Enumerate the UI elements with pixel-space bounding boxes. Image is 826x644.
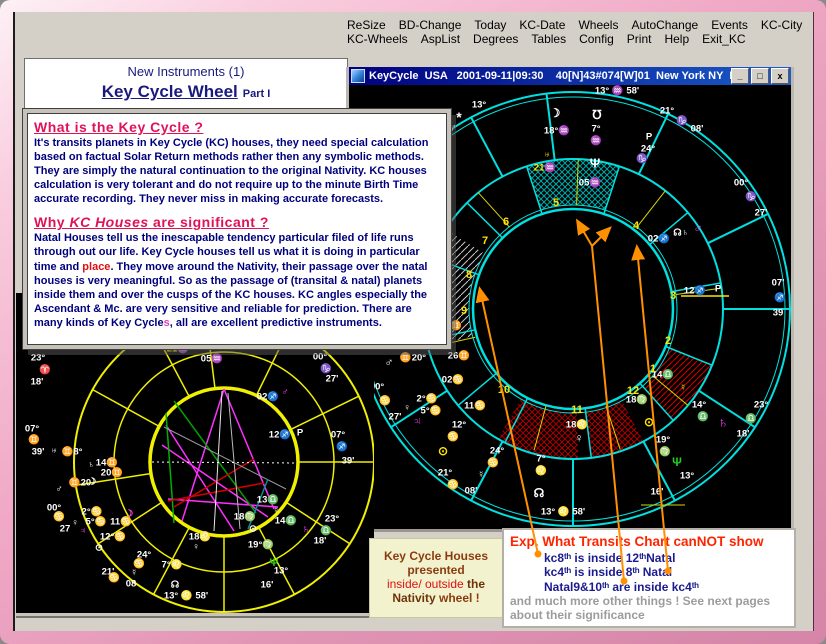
page-title-part: Part I: [242, 88, 271, 100]
menu-item-tables[interactable]: Tables: [531, 32, 566, 46]
answer-2-text: Natal Houses tell us the inescapable ten…: [34, 232, 428, 329]
menu-item-kc-city[interactable]: KC-City: [761, 18, 802, 32]
menu-item-degrees[interactable]: Degrees: [473, 32, 518, 46]
exp-footer: and much more other things ! See next pa…: [510, 594, 771, 622]
page-title: Key Cycle Wheel: [101, 82, 238, 101]
menu-item-bd-change[interactable]: BD-Change: [399, 18, 462, 32]
menu-item-print[interactable]: Print: [627, 32, 652, 46]
panel-subtitle: New Instruments (1): [127, 64, 245, 79]
kc-note-line1: Key Cycle Houses: [383, 549, 489, 564]
menu-item-exit_kc[interactable]: Exit_KC: [702, 32, 745, 46]
app-frame: ReSize BD-Change Today KC-Date Wheels AutoCha…: [0, 0, 826, 644]
menu-item-asplist[interactable]: AspList: [421, 32, 460, 46]
menu-row-1: ReSize BD-Change Today KC-Date Wheels AutoCha…: [345, 18, 807, 32]
exp-title: Exp. What Transits Chart canNOT show: [510, 534, 764, 549]
maximize-button[interactable]: □: [751, 68, 769, 84]
menu-item-help[interactable]: Help: [664, 32, 689, 46]
window-titlebar[interactable]: KeyCycle USA 2001-09-11|09:30 40[N]43#07…: [349, 67, 791, 85]
exp-line: kc8ᵗʰ is inside 12ᵗʰNatal: [544, 551, 676, 565]
exp-line: Natal9&10ᵗʰ are inside kc4ᵗʰ: [544, 579, 699, 594]
transits-comparison-note: Exp. What Transits Chart canNOT show kc8…: [502, 528, 796, 628]
menu-item-config[interactable]: Config: [579, 32, 614, 46]
question-1-heading: What is the Key Cycle ?: [34, 119, 204, 135]
kc-note-line2: presented: [407, 563, 465, 578]
kc-houses-note: Key Cycle Houses presented inside/ outsi…: [369, 538, 503, 618]
header-panel: New Instruments (1) Key Cycle Wheel Part …: [24, 58, 348, 112]
menu-row-2: KC-Wheels AspList Degrees Tables Config Print…: [345, 32, 807, 46]
menu-item-kc-wheels[interactable]: KC-Wheels: [347, 32, 408, 46]
kc-note-line4: Nativity wheel !: [392, 590, 480, 605]
menu-item-wheels[interactable]: Wheels: [578, 18, 618, 32]
window-icon: [351, 69, 365, 83]
menu-item-resize[interactable]: ReSize: [347, 18, 386, 32]
close-button[interactable]: x: [771, 68, 789, 84]
answer-1-text: It's transits planets in Key Cycle (KC) …: [34, 137, 429, 206]
exp-line: kc4ᵗʰ is inside 8ᵗʰ Natal: [544, 565, 673, 580]
explanation-box: What is the Key Cycle ? It's transits pl…: [27, 113, 447, 345]
kc-note-line3: inside/ outside the: [386, 577, 486, 591]
menu-item-events[interactable]: Events: [711, 18, 748, 32]
question-2-heading: Why KC Houses are significant ?: [34, 214, 269, 231]
menu-item-autochange[interactable]: AutoChange: [631, 18, 698, 32]
window-title: KeyCycle USA 2001-09-11|09:30 40[N]43#07…: [369, 70, 731, 82]
menu-bar: ReSize BD-Change Today KC-Date Wheels AutoCha…: [345, 18, 807, 46]
app-content: ReSize BD-Change Today KC-Date Wheels AutoCha…: [13, 12, 814, 631]
minimize-button[interactable]: _: [731, 68, 749, 84]
exp-lines: kc8ᵗʰ is inside 12ᵗʰNatal kc4ᵗʰ is inside…: [510, 551, 788, 594]
menu-item-today[interactable]: Today: [474, 18, 506, 32]
menu-item-kc-date[interactable]: KC-Date: [519, 18, 565, 32]
